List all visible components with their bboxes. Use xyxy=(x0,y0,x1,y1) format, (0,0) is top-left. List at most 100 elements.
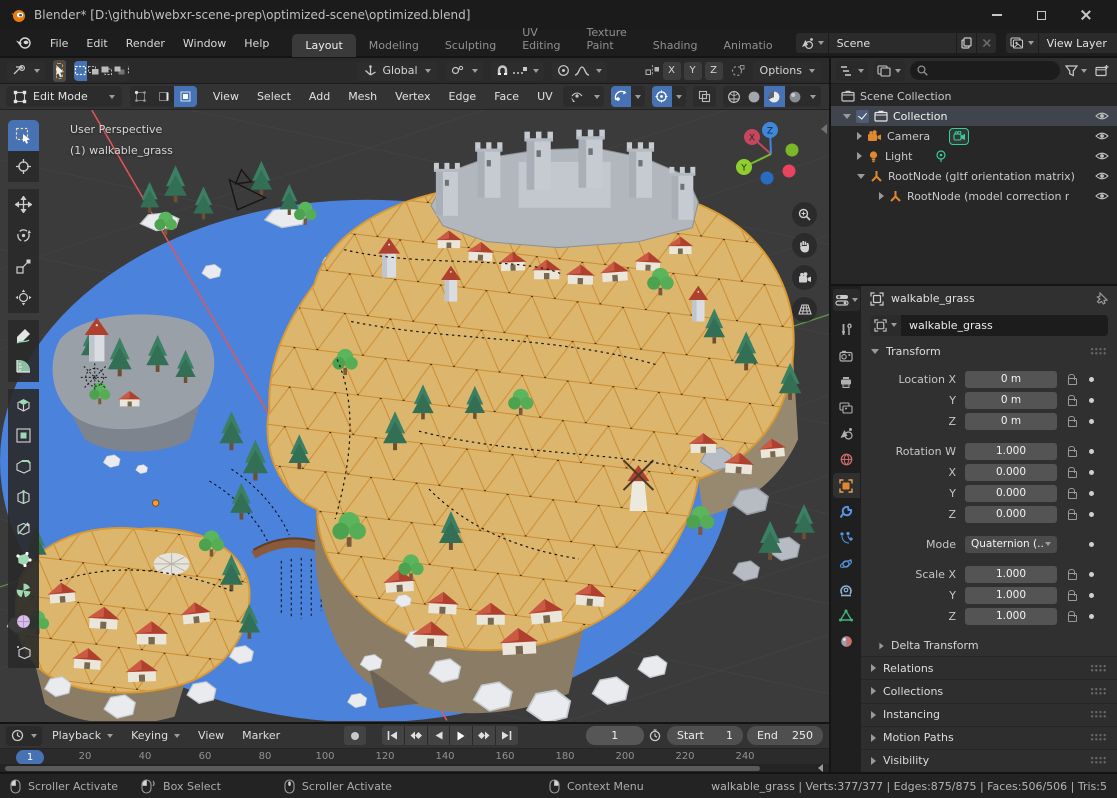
tab-output[interactable] xyxy=(833,369,860,394)
animate-dot[interactable] xyxy=(1089,448,1094,454)
play-button[interactable] xyxy=(450,726,473,746)
visibility-eye-icon[interactable] xyxy=(1095,151,1109,161)
select-intersect-button[interactable] xyxy=(126,61,130,81)
tab-modifiers[interactable] xyxy=(833,499,860,524)
outliner-row-rootnode[interactable]: RootNode (gltf orientation matrix) xyxy=(831,166,1117,186)
scale-z-input[interactable]: 1.000 xyxy=(965,607,1057,625)
menu-render[interactable]: Render xyxy=(117,32,174,54)
viewport-menu-face[interactable]: Face xyxy=(486,86,527,107)
expand-icon[interactable] xyxy=(843,113,851,119)
timeline-menu-view[interactable]: View xyxy=(190,726,232,746)
timeline-menu-marker[interactable]: Marker xyxy=(234,726,288,746)
tab-render[interactable] xyxy=(833,343,860,368)
panel-grip[interactable] xyxy=(1090,346,1107,356)
tab-scene[interactable] xyxy=(833,421,860,446)
tab-animation[interactable]: Animatio xyxy=(710,34,785,57)
zoom-view-button[interactable] xyxy=(792,202,817,227)
current-frame-field[interactable]: 1 xyxy=(585,726,644,746)
instancing-panel-header[interactable]: Instancing xyxy=(861,702,1117,726)
next-keyframe-button[interactable] xyxy=(473,726,496,746)
viewport-menu-select[interactable]: Select xyxy=(249,86,299,107)
menu-edit[interactable]: Edit xyxy=(77,32,116,54)
shading-rendered-button[interactable] xyxy=(785,86,805,107)
mirror-x-button[interactable]: X xyxy=(662,61,681,80)
outliner-filter-dropdown[interactable] xyxy=(873,60,905,81)
animate-dot[interactable] xyxy=(1089,511,1094,517)
light-data-badge[interactable] xyxy=(935,149,947,163)
tab-physics[interactable] xyxy=(833,551,860,576)
jump-to-end-button[interactable] xyxy=(496,726,518,746)
frame-start-field[interactable]: Start 1 xyxy=(666,726,743,746)
scale-x-input[interactable]: 1.000 xyxy=(965,565,1057,583)
tab-texture-paint[interactable]: Texture Paint xyxy=(574,21,640,57)
tool-scale-button[interactable] xyxy=(8,251,39,282)
visibility-eye-icon[interactable] xyxy=(1095,111,1109,121)
tool-poly-build-button[interactable] xyxy=(8,544,39,575)
tool-measure-button[interactable] xyxy=(8,351,39,382)
visibility-panel-header[interactable]: Visibility xyxy=(861,748,1117,772)
timeline-scrollbar-handle[interactable] xyxy=(5,765,760,771)
menu-file[interactable]: File xyxy=(41,32,77,54)
outliner-display-mode-dropdown[interactable] xyxy=(836,60,868,81)
scale-y-input[interactable]: 1.000 xyxy=(965,586,1057,604)
scene-name-field[interactable]: Scene xyxy=(827,33,956,53)
outliner-row-collection[interactable]: Collection xyxy=(831,106,1117,126)
lock-icon[interactable] xyxy=(1062,487,1082,499)
tool-cursor-button[interactable] xyxy=(8,151,39,182)
active-tool-select-box[interactable] xyxy=(53,59,67,82)
lock-icon[interactable] xyxy=(1062,415,1082,427)
frame-end-field[interactable]: End 250 xyxy=(746,726,823,746)
object-id-icon-button[interactable] xyxy=(870,314,901,336)
shading-material-button[interactable] xyxy=(764,86,785,107)
perspective-toggle-button[interactable] xyxy=(792,297,817,322)
jump-to-start-button[interactable] xyxy=(382,726,404,746)
animate-dot[interactable] xyxy=(1089,541,1094,547)
blender-menu-icon[interactable] xyxy=(6,32,41,54)
animate-dot[interactable] xyxy=(1089,469,1094,475)
prev-keyframe-button[interactable] xyxy=(404,726,427,746)
tool-annotate-button[interactable] xyxy=(8,320,39,351)
lock-icon[interactable] xyxy=(1062,466,1082,478)
prev-frame-button[interactable] xyxy=(427,726,450,746)
animate-dot[interactable] xyxy=(1089,397,1094,403)
panel-grip[interactable] xyxy=(1090,686,1107,696)
view-layer-name-field[interactable]: View Layer xyxy=(1037,33,1117,53)
expand-icon[interactable] xyxy=(857,132,862,140)
tab-material[interactable] xyxy=(833,629,860,654)
pin-icon[interactable] xyxy=(1096,292,1108,305)
navigation-gizmo[interactable]: X Z Y xyxy=(735,122,807,194)
location-x-input[interactable]: 0 m xyxy=(965,370,1057,388)
lock-icon[interactable] xyxy=(1062,394,1082,406)
viewport-menu-add[interactable]: Add xyxy=(301,86,338,107)
edge-mode-button[interactable] xyxy=(152,86,174,107)
select-extend-button[interactable] xyxy=(87,61,100,81)
viewport-menu-view[interactable]: View xyxy=(205,86,247,107)
viewport-menu-vertex[interactable]: Vertex xyxy=(387,86,438,107)
lock-icon[interactable] xyxy=(1062,589,1082,601)
tool-bevel-button[interactable] xyxy=(8,451,39,482)
object-visibility-dropdown[interactable] xyxy=(562,86,604,107)
rotation-w-input[interactable]: 1.000 xyxy=(965,442,1057,460)
relations-panel-header[interactable]: Relations xyxy=(861,656,1117,680)
timeline-menu-playback[interactable]: Playback xyxy=(44,726,121,746)
timeline-editor-type-button[interactable] xyxy=(6,725,42,746)
tab-uv-editing[interactable]: UV Editing xyxy=(509,21,573,57)
tool-loop-cut-button[interactable] xyxy=(8,482,39,513)
scene-browse-button[interactable] xyxy=(795,33,828,53)
expand-icon[interactable] xyxy=(857,152,862,160)
select-subtract-button[interactable] xyxy=(100,61,113,81)
rotation-y-input[interactable]: 0.000 xyxy=(965,484,1057,502)
animate-dot[interactable] xyxy=(1089,613,1094,619)
mirror-y-button[interactable]: Y xyxy=(683,61,702,80)
menu-window[interactable]: Window xyxy=(174,32,235,54)
lock-icon[interactable] xyxy=(1062,568,1082,580)
location-y-input[interactable]: 0 m xyxy=(965,391,1057,409)
lock-icon[interactable] xyxy=(1062,610,1082,622)
tool-spin-button[interactable] xyxy=(8,575,39,606)
visibility-eye-icon[interactable] xyxy=(1095,171,1109,181)
animate-dot[interactable] xyxy=(1089,418,1094,424)
expand-icon[interactable] xyxy=(857,173,865,179)
shading-solid-button[interactable] xyxy=(744,86,764,107)
face-mode-button[interactable] xyxy=(174,86,197,107)
tab-shading[interactable]: Shading xyxy=(640,34,711,57)
